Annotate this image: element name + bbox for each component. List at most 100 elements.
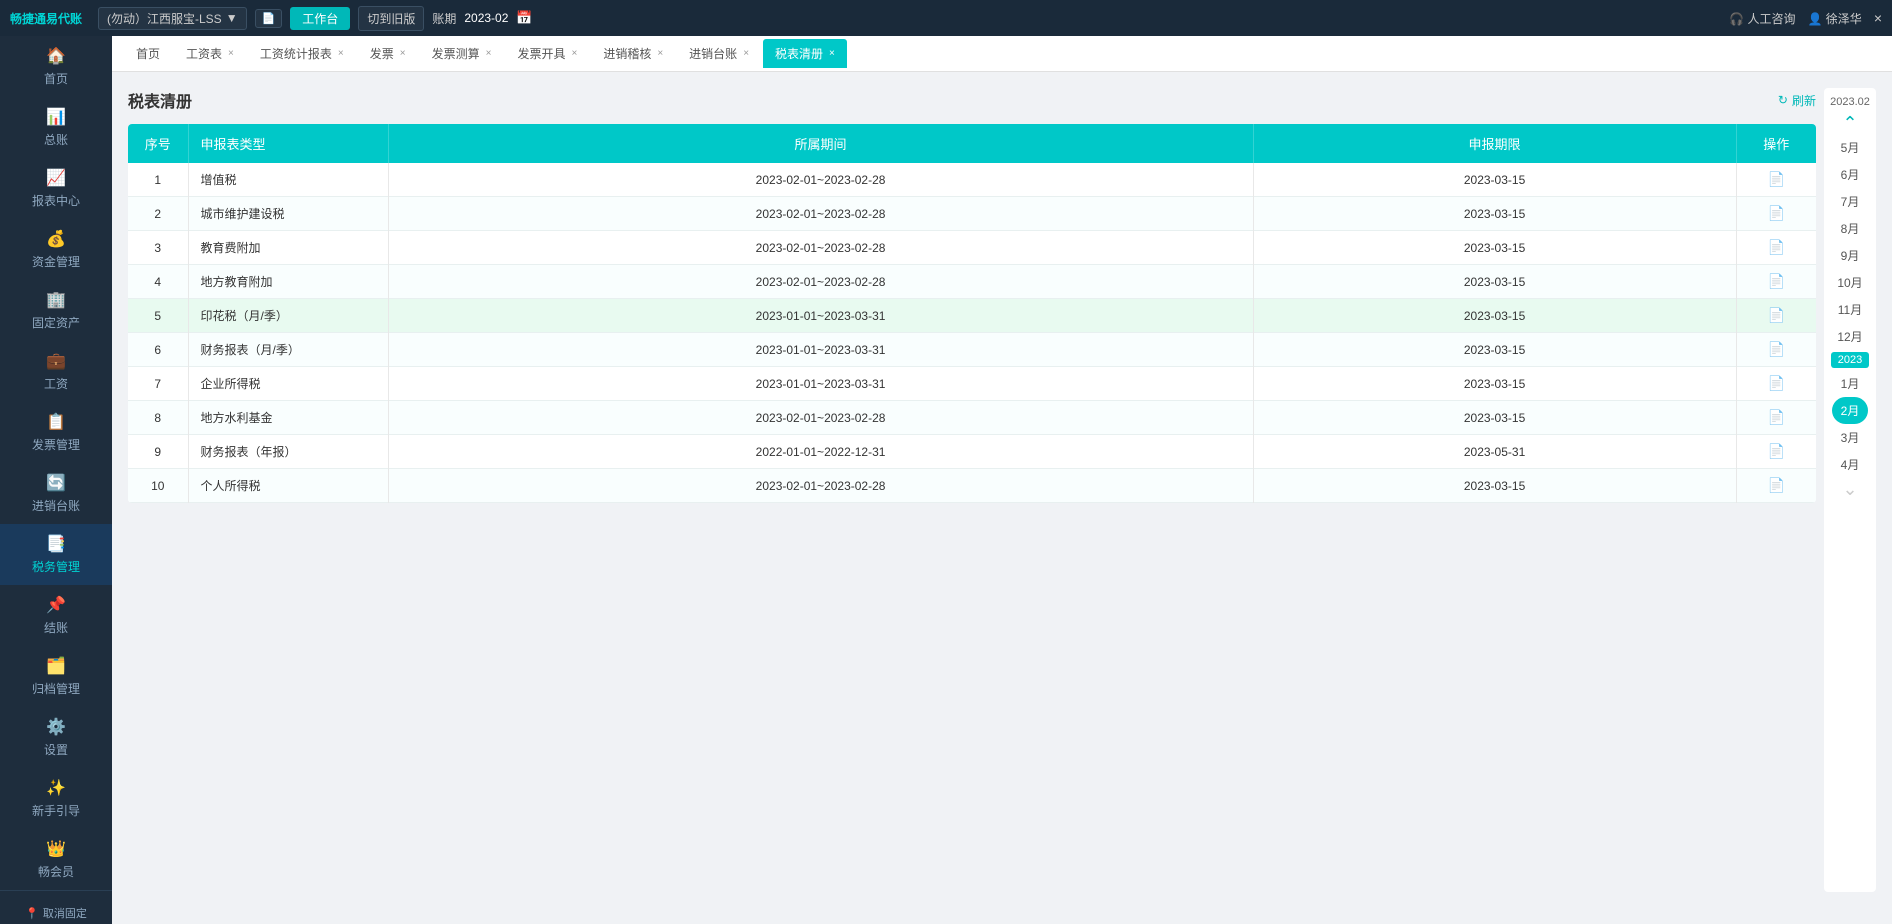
cell-type: 个人所得税 (188, 469, 388, 503)
sidebar-label-new-guide: 新手引导 (32, 802, 80, 819)
sidebar-item-settlement[interactable]: 📌 结账 (0, 585, 112, 646)
sidebar-item-member[interactable]: 👑 畅会员 (0, 829, 112, 890)
tab-invoice-open-close[interactable]: × (571, 48, 577, 59)
cell-no: 3 (128, 231, 188, 265)
settlement-icon: 📌 (46, 595, 66, 615)
timeline-month-10[interactable]: 10月 (1824, 269, 1876, 296)
cell-no: 5 (128, 299, 188, 333)
tab-invoice[interactable]: 发票 × (358, 39, 418, 68)
timeline-month-1[interactable]: 1月 (1824, 370, 1876, 397)
timeline-month-3[interactable]: 3月 (1824, 424, 1876, 451)
timeline-month-5[interactable]: 5月 (1824, 134, 1876, 161)
tab-invoice-calc-close[interactable]: × (486, 48, 492, 59)
sidebar-item-ledger[interactable]: 📊 总账 (0, 97, 112, 158)
top-bar: 畅捷通易代账 (勿动）江西服宝-LSS ▼ 📄 工作台 切到旧版 账期 2023… (0, 0, 1892, 36)
tab-purchase-audit-close[interactable]: × (657, 48, 663, 59)
tab-tax-form-close[interactable]: × (829, 48, 835, 59)
action-icon[interactable]: 📄 (1768, 239, 1785, 255)
tab-wage-stat-close[interactable]: × (338, 48, 344, 59)
cell-action[interactable]: 📄 (1736, 163, 1816, 197)
tab-invoice-close[interactable]: × (400, 48, 406, 59)
cell-action[interactable]: 📄 (1736, 367, 1816, 401)
action-icon[interactable]: 📄 (1768, 307, 1785, 323)
company-selector[interactable]: (勿动）江西服宝-LSS ▼ (98, 7, 247, 30)
action-icon[interactable]: 📄 (1768, 205, 1785, 221)
timeline-up-button[interactable]: ⌃ (1840, 112, 1859, 134)
cell-action[interactable]: 📄 (1736, 299, 1816, 333)
sidebar-item-archive[interactable]: 🗂️ 归档管理 (0, 646, 112, 707)
chevron-down-icon: ▼ (226, 11, 238, 25)
tab-invoice-calc[interactable]: 发票测算 × (420, 39, 504, 68)
action-icon[interactable]: 📄 (1768, 171, 1785, 187)
cancel-fixed-button[interactable]: 📍 取消固定 (0, 899, 112, 924)
tab-purchase-ledger-close[interactable]: × (743, 48, 749, 59)
sidebar-item-wage[interactable]: 💼 工资 (0, 341, 112, 402)
purchase-sales-icon: 🔄 (46, 473, 66, 493)
sidebar-item-invoice-mgmt[interactable]: 📋 发票管理 (0, 402, 112, 463)
sidebar-item-purchase-sales[interactable]: 🔄 进销台账 (0, 463, 112, 524)
calendar-icon[interactable]: 📅 (516, 10, 532, 26)
sidebar-item-report[interactable]: 📈 报表中心 (0, 158, 112, 219)
user-avatar[interactable]: 👤 徐泽华 (1808, 10, 1862, 27)
app-logo: 畅捷通易代账 (10, 10, 82, 27)
cell-action[interactable]: 📄 (1736, 231, 1816, 265)
action-icon[interactable]: 📄 (1768, 375, 1785, 391)
calendar-icon-btn[interactable]: 📄 (255, 9, 283, 28)
timeline-month-12[interactable]: 12月 (1824, 323, 1876, 350)
sidebar-item-fund[interactable]: 💰 资金管理 (0, 219, 112, 280)
workbench-button[interactable]: 工作台 (290, 7, 350, 30)
timeline-month-2-active[interactable]: 2月 (1832, 397, 1868, 424)
sidebar-item-new-guide[interactable]: ✨ 新手引导 (0, 768, 112, 829)
tab-wage-stat[interactable]: 工资统计报表 × (248, 39, 356, 68)
sidebar-item-fixed-asset[interactable]: 🏢 固定资产 (0, 280, 112, 341)
cell-action[interactable]: 📄 (1736, 469, 1816, 503)
avatar-icon: 👤 (1808, 12, 1823, 26)
table-row: 6财务报表（月/季）2023-01-01~2023-03-312023-03-1… (128, 333, 1816, 367)
tab-wage-table[interactable]: 工资表 × (174, 39, 246, 68)
tab-wage-table-close[interactable]: × (228, 48, 234, 59)
tab-invoice-open[interactable]: 发票开具 × (505, 39, 589, 68)
sidebar-label-fixed-asset: 固定资产 (32, 314, 80, 331)
sidebar-item-tax-mgmt[interactable]: 📑 税务管理 (0, 524, 112, 585)
sidebar-label-purchase-sales: 进销台账 (32, 497, 80, 514)
wage-icon: 💼 (46, 351, 66, 371)
timeline-month-6[interactable]: 6月 (1824, 161, 1876, 188)
cell-action[interactable]: 📄 (1736, 333, 1816, 367)
tab-purchase-audit[interactable]: 进销稽核 × (591, 39, 675, 68)
timeline-month-9[interactable]: 9月 (1824, 242, 1876, 269)
timeline-month-8[interactable]: 8月 (1824, 215, 1876, 242)
timeline-month-4[interactable]: 4月 (1824, 451, 1876, 478)
window-close-button[interactable]: × (1874, 10, 1882, 26)
tab-wage-stat-label: 工资统计报表 (260, 45, 332, 62)
timeline-month-11[interactable]: 11月 (1824, 296, 1876, 323)
tab-tax-form[interactable]: 税表清册 × (763, 39, 847, 68)
sidebar-item-settings[interactable]: ⚙️ 设置 (0, 707, 112, 768)
action-icon[interactable]: 📄 (1768, 409, 1785, 425)
sidebar-bottom: 📍 取消固定 (0, 890, 112, 924)
timeline-down-button[interactable]: ⌄ (1840, 478, 1859, 500)
action-icon[interactable]: 📄 (1768, 477, 1785, 493)
col-action: 操作 (1736, 124, 1816, 163)
tab-tax-form-label: 税表清册 (775, 45, 823, 62)
cell-deadline: 2023-03-15 (1253, 333, 1736, 367)
tab-purchase-ledger[interactable]: 进销台账 × (677, 39, 761, 68)
sidebar-item-home[interactable]: 🏠 首页 (0, 36, 112, 97)
action-icon[interactable]: 📄 (1768, 443, 1785, 459)
cell-action[interactable]: 📄 (1736, 197, 1816, 231)
cell-deadline: 2023-03-15 (1253, 469, 1736, 503)
cell-action[interactable]: 📄 (1736, 265, 1816, 299)
ai-consult-btn[interactable]: 🎧 人工咨询 (1729, 10, 1795, 27)
period-label: 账期 (432, 10, 456, 27)
cell-action[interactable]: 📄 (1736, 435, 1816, 469)
action-icon[interactable]: 📄 (1768, 341, 1785, 357)
timeline-year-2023: 2023 (1831, 352, 1869, 368)
refresh-button[interactable]: ↻ 刷新 (1778, 92, 1816, 109)
cell-action[interactable]: 📄 (1736, 401, 1816, 435)
cell-period: 2023-02-01~2023-02-28 (388, 401, 1253, 435)
invoice-mgmt-icon: 📋 (46, 412, 66, 432)
old-mode-button[interactable]: 切到旧版 (358, 6, 424, 31)
tab-home[interactable]: 首页 (124, 39, 172, 68)
timeline-month-7[interactable]: 7月 (1824, 188, 1876, 215)
archive-icon: 🗂️ (46, 656, 66, 676)
action-icon[interactable]: 📄 (1768, 273, 1785, 289)
